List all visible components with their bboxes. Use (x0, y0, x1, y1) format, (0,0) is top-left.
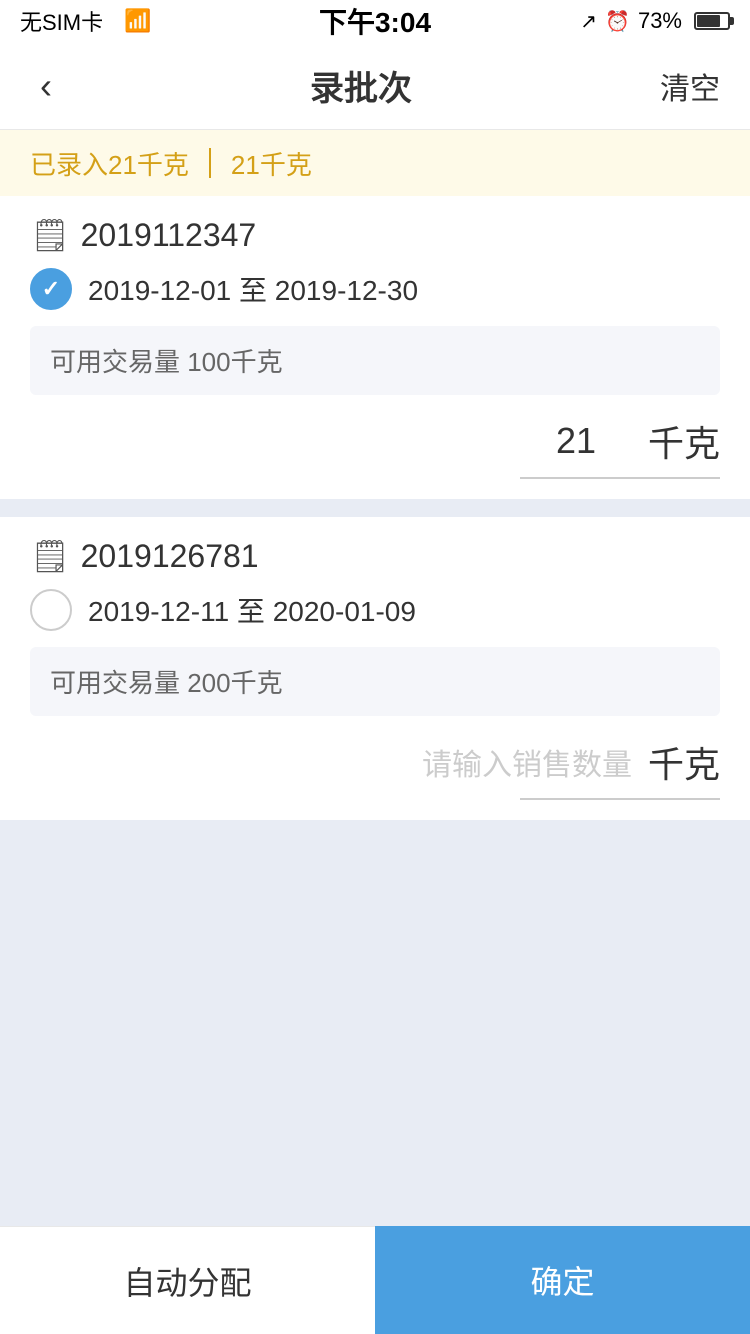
batch-doc-icon-2: 🗒 (30, 537, 71, 575)
batch-doc-icon-1: 🗒 (30, 216, 71, 254)
location-icon: ↗ (580, 9, 597, 34)
battery-percent: 73% (638, 8, 682, 34)
batch-header-1: 🗒 2019112347 (30, 216, 720, 254)
info-banner: 已录入21千克 21千克 (0, 130, 750, 196)
quantity-row-1: 21 千克 (0, 395, 750, 477)
recorded-value: 21千克 (231, 145, 312, 182)
batch-item-1: 🗒 2019112347 2019-12-01 至 2019-12-30 可用交… (0, 196, 750, 499)
status-left: 无SIM卡 📶 (20, 5, 152, 37)
batch-date-2: 2019-12-11 至 2020-01-09 (88, 590, 416, 630)
batch-available-2: 可用交易量 200千克 (30, 647, 720, 716)
section-divider (0, 499, 750, 517)
batch-id-2: 2019126781 (81, 538, 259, 575)
alarm-icon: ⏰ (605, 9, 630, 34)
quantity-unit-1: 千克 (648, 415, 720, 467)
status-bar: 无SIM卡 📶 下午3:04 ↗ ⏰ 73% (0, 0, 750, 42)
status-time: 下午3:04 (319, 1, 431, 41)
batch-date-row-2: 2019-12-11 至 2020-01-09 (30, 589, 720, 631)
info-divider (209, 148, 211, 178)
quantity-row-2: 请输入销售数量 千克 (0, 716, 750, 798)
auto-distribute-button[interactable]: 自动分配 (0, 1226, 375, 1334)
sim-text: 无SIM卡 (20, 5, 103, 37)
page-title: 录批次 (310, 61, 412, 110)
batch-id-1: 2019112347 (81, 217, 257, 254)
status-right: ↗ ⏰ 73% (580, 8, 730, 34)
battery-icon (694, 12, 730, 30)
batch-header-2: 🗒 2019126781 (30, 537, 720, 575)
batch-available-1: 可用交易量 100千克 (30, 326, 720, 395)
batch-date-1: 2019-12-01 至 2019-12-30 (88, 269, 418, 309)
bottom-area (0, 820, 750, 1250)
quantity-placeholder-2: 请输入销售数量 (422, 740, 632, 784)
quantity-unit-2: 千克 (648, 736, 720, 788)
batch-item-2: 🗒 2019126781 2019-12-11 至 2020-01-09 可用交… (0, 517, 750, 820)
clear-button[interactable]: 清空 (660, 64, 720, 108)
footer: 自动分配 确定 (0, 1226, 750, 1334)
confirm-button[interactable]: 确定 (375, 1226, 750, 1334)
back-button[interactable]: ‹ (30, 55, 62, 117)
nav-bar: ‹ 录批次 清空 (0, 42, 750, 130)
radio-2[interactable] (30, 589, 72, 631)
radio-1[interactable] (30, 268, 72, 310)
quantity-value-1: 21 (556, 420, 596, 462)
wifi-icon: 📶 (113, 8, 151, 34)
recorded-text: 已录入21千克 (30, 145, 189, 182)
batch-date-row-1: 2019-12-01 至 2019-12-30 (30, 268, 720, 310)
